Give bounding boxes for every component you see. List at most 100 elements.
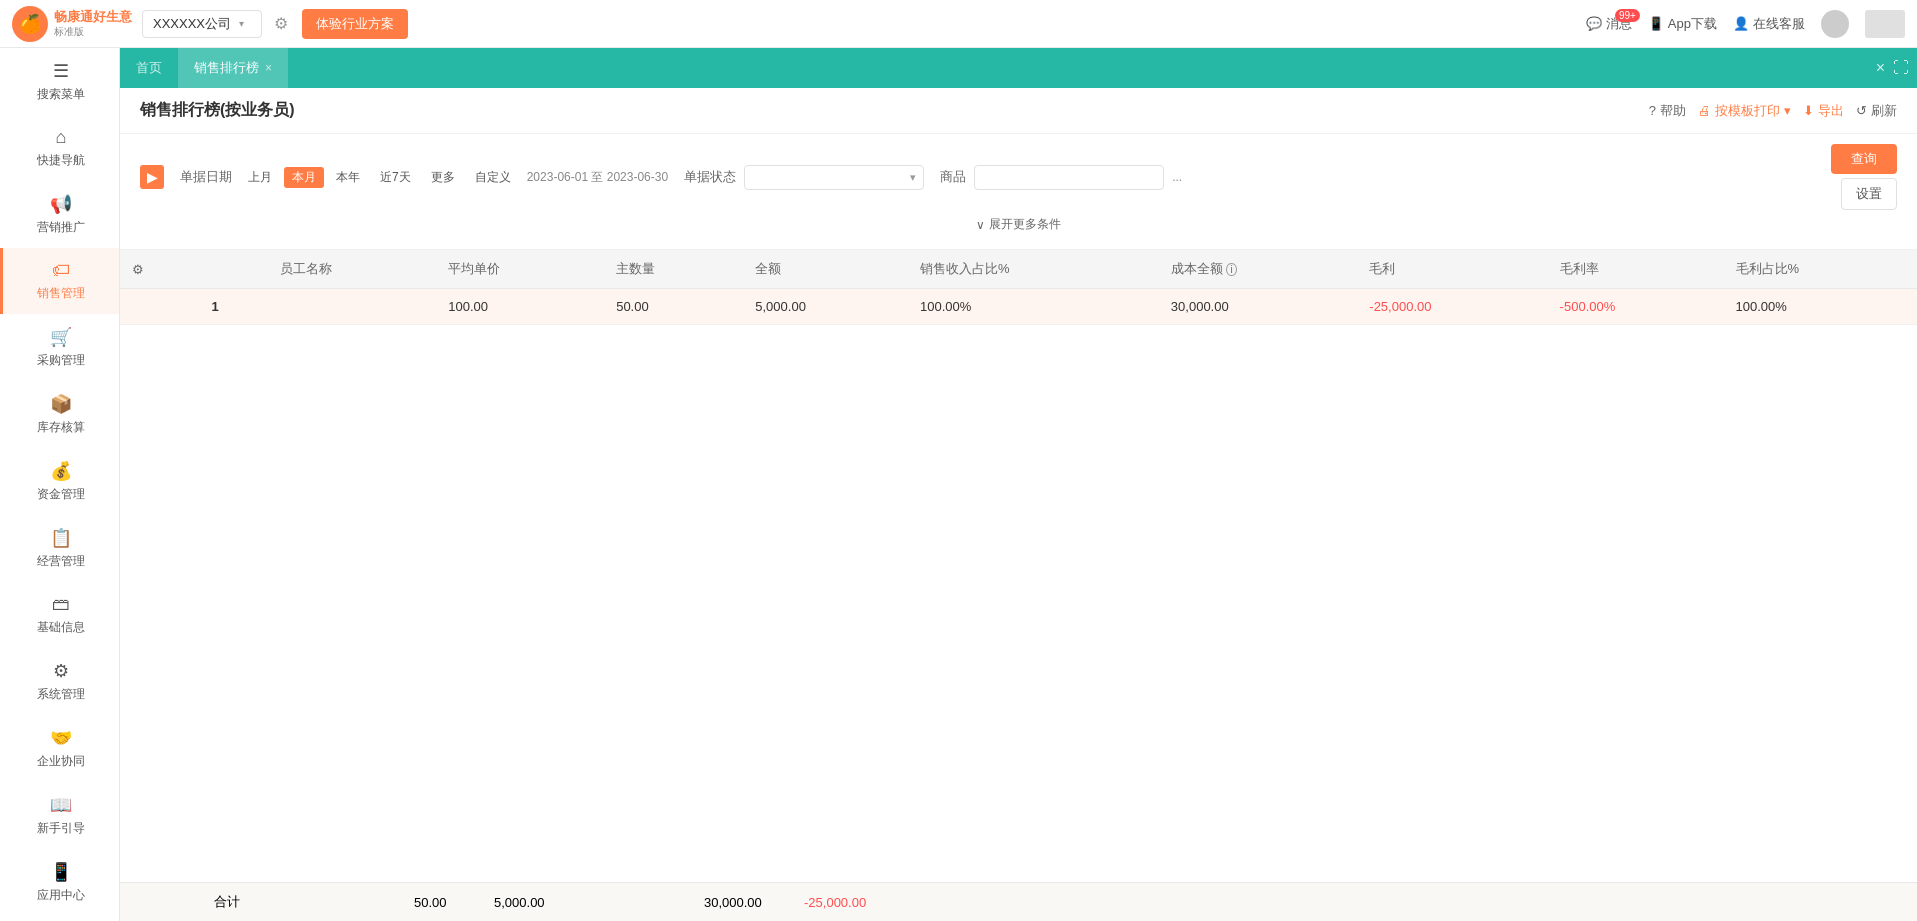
sidebar-item-label: 搜索菜单 [37, 86, 85, 103]
online-service-icon: 👤 [1733, 16, 1749, 31]
date-tab-this-month[interactable]: 本月 [284, 167, 324, 188]
logo-line1: 畅康通好生意 [54, 9, 132, 26]
status-select[interactable] [744, 165, 924, 190]
th-settings[interactable]: ⚙ [120, 250, 200, 289]
sidebar-item-label: 营销推广 [37, 219, 85, 236]
query-btn[interactable]: 查询 [1831, 144, 1897, 174]
avatar[interactable] [1821, 10, 1849, 38]
header-actions: ? 帮助 🖨 按模板打印 ▾ ⬇ 导出 ↺ [1649, 102, 1897, 120]
expand-more-btn[interactable]: ∨ 展开更多条件 [140, 210, 1897, 239]
sidebar-item-enterprise-collab[interactable]: 🤝 企业协同 [0, 715, 119, 782]
sidebar-item-beginner-guide[interactable]: 📖 新手引导 [0, 782, 119, 849]
top-bar: 🍊 畅康通好生意 标准版 XXXXXX公司 ▾ ⚙ 体验行业方案 💬 消息 99… [0, 0, 1917, 48]
sidebar-item-finance[interactable]: 💰 资金管理 [0, 448, 119, 515]
sidebar-item-label: 采购管理 [37, 352, 85, 369]
avatar-name [1865, 10, 1905, 38]
tab-home[interactable]: 首页 [120, 48, 178, 88]
sidebar-item-search-order[interactable]: ☰ 搜索菜单 [0, 48, 119, 115]
footer-main-qty-cell: 50.00 [402, 895, 482, 910]
sidebar-item-marketing[interactable]: 📢 营销推广 [0, 181, 119, 248]
column-settings-icon[interactable]: ⚙ [132, 262, 144, 277]
beginner-guide-icon: 📖 [50, 794, 72, 816]
company-dropdown-arrow: ▾ [239, 18, 244, 29]
company-selector[interactable]: XXXXXX公司 ▾ [142, 10, 262, 38]
window-expand-icon[interactable]: ⛶ [1893, 59, 1909, 77]
company-name: XXXXXX公司 [153, 15, 231, 33]
cell-gross-profit: -25,000.00 [1357, 289, 1547, 325]
footer-gross-profit-cell: -25,000.00 [792, 895, 892, 910]
cell-sales-ratio: 100.00% [908, 289, 1159, 325]
template-print-btn[interactable]: 🖨 按模板打印 ▾ [1698, 102, 1791, 120]
print-icon: 🖨 [1698, 103, 1711, 118]
date-tab-custom[interactable]: 自定义 [467, 167, 519, 188]
footer-cost-amount: 30,000.00 [704, 895, 762, 910]
sidebar-item-label: 快捷导航 [37, 152, 85, 169]
search-order-icon: ☰ [53, 60, 69, 82]
message-btn[interactable]: 💬 消息 99+ [1586, 15, 1632, 33]
cell-gross-ratio: 100.00% [1724, 289, 1917, 325]
sidebar-item-inventory[interactable]: 📦 库存核算 [0, 381, 119, 448]
company-settings-icon[interactable]: ⚙ [270, 10, 292, 37]
help-btn[interactable]: ? 帮助 [1649, 102, 1686, 120]
date-tab-this-year[interactable]: 本年 [328, 167, 368, 188]
app-center-icon: 📱 [50, 861, 72, 883]
sidebar-item-app-center[interactable]: 📱 应用中心 [0, 849, 119, 916]
status-filter: 单据状态 [684, 165, 924, 190]
sidebar-item-quick-nav[interactable]: ⌂ 快捷导航 [0, 115, 119, 181]
date-tab-last-month[interactable]: 上月 [240, 167, 280, 188]
th-gross-profit: 毛利 [1357, 250, 1547, 289]
window-close-icon[interactable]: × [1876, 59, 1885, 77]
tab-close-icon[interactable]: × [265, 61, 272, 75]
system-mgmt-icon: ⚙ [53, 660, 69, 682]
export-label: 导出 [1818, 102, 1844, 120]
sales-mgmt-icon: 🏷 [52, 260, 70, 281]
footer-amount-cell: 5,000.00 [482, 895, 582, 910]
tab-sales-rank[interactable]: 销售排行榜 × [178, 48, 288, 88]
cell-amount: 5,000.00 [743, 289, 908, 325]
app-download-label: App下载 [1668, 15, 1717, 33]
template-print-label: 按模板打印 [1715, 102, 1780, 120]
settings-btn[interactable]: 设置 [1841, 178, 1897, 210]
sidebar-item-operation[interactable]: 📋 经营管理 [0, 515, 119, 582]
goods-filter-label: 商品 [940, 168, 966, 186]
table-row: 1 100.00 50.00 5,000.00 100.00% 30,000.0… [120, 289, 1917, 325]
filter-toggle-icon[interactable]: ▶ [140, 165, 164, 189]
refresh-btn[interactable]: ↺ 刷新 [1856, 102, 1897, 120]
sidebar-item-purchase-mgmt[interactable]: 🛒 采购管理 [0, 314, 119, 381]
date-filter-label: 单据日期 [180, 168, 232, 186]
logo-area: 🍊 畅康通好生意 标准版 [12, 6, 132, 42]
expand-more-label: 展开更多条件 [989, 216, 1061, 233]
marketing-icon: 📢 [50, 193, 72, 215]
cell-employee [268, 289, 436, 325]
sidebar-item-label: 资金管理 [37, 486, 85, 503]
trial-btn[interactable]: 体验行业方案 [302, 9, 408, 39]
th-gross-rate: 毛利率 [1548, 250, 1724, 289]
message-badge: 99+ [1615, 9, 1640, 22]
sidebar-item-basic-info[interactable]: 🗃 基础信息 [0, 582, 119, 648]
tab-bar: 首页 销售排行榜 × × ⛶ [120, 48, 1917, 88]
th-amount: 全额 [743, 250, 908, 289]
sidebar-item-enterprise-wechat[interactable]: 💬 企业微信 [0, 916, 119, 921]
sidebar-item-system-mgmt[interactable]: ⚙ 系统管理 [0, 648, 119, 715]
cell-settings [120, 289, 200, 325]
message-icon: 💬 [1586, 16, 1602, 31]
date-tab-7days[interactable]: 近7天 [372, 167, 419, 188]
goods-more-btn[interactable]: ... [1172, 170, 1182, 184]
online-service-btn[interactable]: 👤 在线客服 [1733, 15, 1805, 33]
export-btn[interactable]: ⬇ 导出 [1803, 102, 1844, 120]
sidebar: ☰ 搜索菜单 ⌂ 快捷导航 📢 营销推广 🏷 销售管理 🛒 采购管理 📦 库 [0, 48, 120, 921]
export-icon: ⬇ [1803, 103, 1814, 118]
help-icon: ? [1649, 103, 1656, 118]
sidebar-item-label: 基础信息 [37, 619, 85, 636]
app-download-btn[interactable]: 📱 App下载 [1648, 15, 1717, 33]
date-range: 2023-06-01 至 2023-06-30 [527, 169, 668, 186]
finance-icon: 💰 [50, 460, 72, 482]
chevron-down-icon: ∨ [976, 218, 985, 232]
th-sales-ratio: 销售收入占比% [908, 250, 1159, 289]
th-rank [200, 250, 269, 289]
page-content: 销售排行榜(按业务员) ? 帮助 🖨 按模板打印 ▾ ⬇ [120, 88, 1917, 921]
sidebar-item-sales-mgmt[interactable]: 🏷 销售管理 [0, 248, 119, 314]
date-tab-more[interactable]: 更多 [423, 167, 463, 188]
sidebar-item-label: 新手引导 [37, 820, 85, 837]
goods-input[interactable] [974, 165, 1164, 190]
